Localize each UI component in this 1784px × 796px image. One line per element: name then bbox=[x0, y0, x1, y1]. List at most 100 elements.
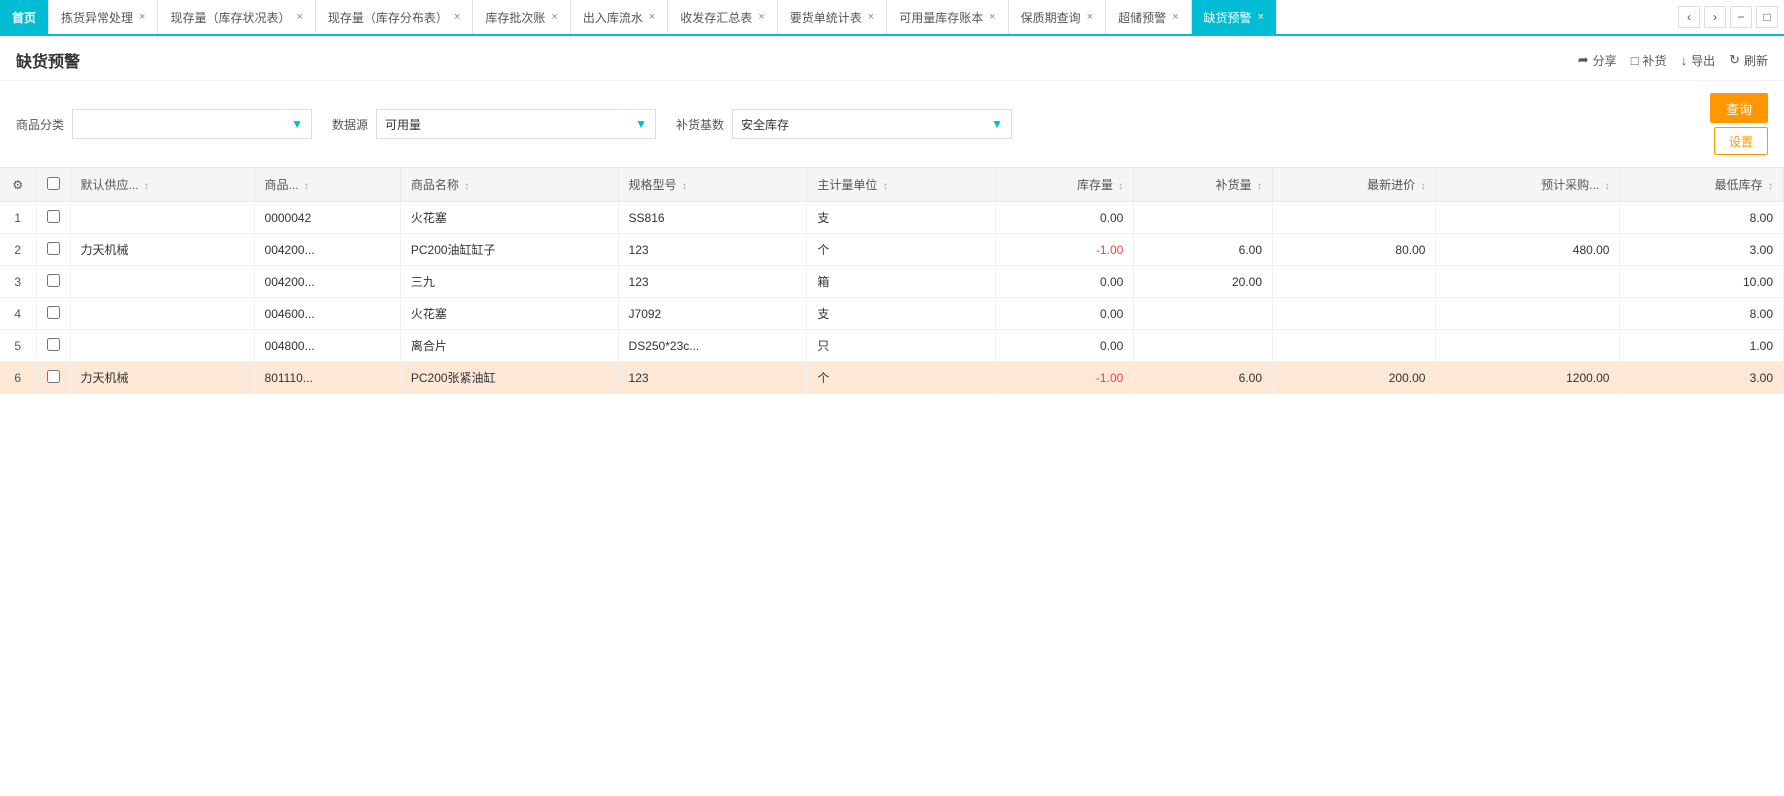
row-checkbox[interactable] bbox=[47, 274, 60, 287]
tab-8-close[interactable]: × bbox=[989, 11, 995, 23]
row-no: 2 bbox=[0, 234, 36, 266]
tab-6[interactable]: 收发存汇总表 × bbox=[668, 0, 777, 34]
row-replenish bbox=[1134, 330, 1273, 362]
share-button[interactable]: ➦ 分享 bbox=[1578, 52, 1617, 69]
replenish-base-select[interactable]: 安全库存 ▼ bbox=[732, 109, 1012, 139]
row-spec: J7092 bbox=[618, 298, 807, 330]
tab-11[interactable]: 缺货预警 × bbox=[1192, 0, 1277, 34]
tab-5-label: 出入库流水 bbox=[583, 9, 643, 26]
col-latest-price[interactable]: 最新进价 ↕ bbox=[1273, 168, 1436, 202]
tab-5-close[interactable]: × bbox=[649, 11, 655, 23]
tab-1-close[interactable]: × bbox=[139, 11, 145, 23]
refresh-icon: ↻ bbox=[1729, 52, 1740, 68]
row-supplier: 力天机械 bbox=[70, 234, 254, 266]
tab-4[interactable]: 库存批次账 × bbox=[473, 0, 570, 34]
col-product-code-sort-icon: ↕ bbox=[304, 181, 309, 192]
settings-button[interactable]: 设置 bbox=[1714, 127, 1768, 155]
tab-3[interactable]: 现存量（库存分布表） × bbox=[316, 0, 473, 34]
category-select[interactable]: ▼ bbox=[72, 109, 312, 139]
col-replenish[interactable]: 补货量 ↕ bbox=[1134, 168, 1273, 202]
tab-7-close[interactable]: × bbox=[868, 11, 874, 23]
row-estimated-purchase bbox=[1436, 202, 1620, 234]
table-row: 3004200...三九123箱0.0020.0010.00 bbox=[0, 266, 1784, 298]
datasource-select[interactable]: 可用量 ▼ bbox=[376, 109, 656, 139]
col-stock[interactable]: 库存量 ↕ bbox=[995, 168, 1134, 202]
row-checkbox[interactable] bbox=[47, 370, 60, 383]
tab-7[interactable]: 要货单统计表 × bbox=[778, 0, 887, 34]
replenish-button[interactable]: □ 补货 bbox=[1631, 52, 1667, 69]
col-min-stock[interactable]: 最低库存 ↕ bbox=[1620, 168, 1784, 202]
col-latest-price-label: 最新进价 bbox=[1367, 178, 1415, 192]
tab-8[interactable]: 可用量库存账本 × bbox=[887, 0, 1008, 34]
row-checkbox[interactable] bbox=[47, 306, 60, 319]
tab-9[interactable]: 保质期查询 × bbox=[1009, 0, 1106, 34]
share-label: 分享 bbox=[1593, 52, 1617, 69]
table-row: 5004800...离合片DS250*23c...只0.001.00 bbox=[0, 330, 1784, 362]
table-header-row: ⚙ 默认供应... ↕ 商品... ↕ 商品名称 ↕ bbox=[0, 168, 1784, 202]
row-checkbox-cell bbox=[36, 298, 70, 330]
row-product-code: 004800... bbox=[254, 330, 400, 362]
refresh-button[interactable]: ↻ 刷新 bbox=[1729, 52, 1768, 69]
tab-home[interactable]: 首页 bbox=[0, 0, 49, 34]
row-min-stock: 8.00 bbox=[1620, 202, 1784, 234]
row-checkbox[interactable] bbox=[47, 242, 60, 255]
row-checkbox[interactable] bbox=[47, 338, 60, 351]
tab-1[interactable]: 拣货异常处理 × bbox=[49, 0, 158, 34]
col-spec[interactable]: 规格型号 ↕ bbox=[618, 168, 807, 202]
row-product-name: PC200张紧油缸 bbox=[400, 362, 618, 394]
col-estimated-purchase[interactable]: 预计采购... ↕ bbox=[1436, 168, 1620, 202]
col-min-stock-label: 最低库存 bbox=[1715, 178, 1763, 192]
tab-nav-buttons: ‹ › − □ bbox=[1672, 6, 1784, 28]
replenish-base-filter-group: 补货基数 安全库存 ▼ bbox=[676, 109, 1012, 139]
row-product-code: 004200... bbox=[254, 234, 400, 266]
row-latest-price: 80.00 bbox=[1273, 234, 1436, 266]
row-no: 4 bbox=[0, 298, 36, 330]
query-button[interactable]: 查询 bbox=[1710, 93, 1768, 123]
col-product-name-sort-icon: ↕ bbox=[464, 181, 469, 192]
tab-2-close[interactable]: × bbox=[296, 11, 302, 23]
row-stock: -1.00 bbox=[995, 234, 1134, 266]
tab-prev-button[interactable]: ‹ bbox=[1678, 6, 1700, 28]
tab-10[interactable]: 超储预警 × bbox=[1106, 0, 1191, 34]
tab-5[interactable]: 出入库流水 × bbox=[571, 0, 668, 34]
col-supplier[interactable]: 默认供应... ↕ bbox=[70, 168, 254, 202]
tab-10-label: 超储预警 bbox=[1118, 9, 1166, 26]
tab-2[interactable]: 现存量（库存状况表） × bbox=[158, 0, 315, 34]
export-button[interactable]: ↓ 导出 bbox=[1681, 52, 1716, 69]
row-latest-price bbox=[1273, 298, 1436, 330]
table-row: 6力天机械801110...PC200张紧油缸123个-1.006.00200.… bbox=[0, 362, 1784, 394]
tab-3-close[interactable]: × bbox=[454, 11, 460, 23]
tab-9-close[interactable]: × bbox=[1087, 11, 1093, 23]
col-gear: ⚙ bbox=[0, 168, 36, 202]
tab-minimize-button[interactable]: − bbox=[1730, 6, 1752, 28]
row-stock: 0.00 bbox=[995, 202, 1134, 234]
tab-10-close[interactable]: × bbox=[1172, 11, 1178, 23]
row-product-code: 004200... bbox=[254, 266, 400, 298]
row-spec: 123 bbox=[618, 234, 807, 266]
tab-next-button[interactable]: › bbox=[1704, 6, 1726, 28]
col-estimated-purchase-label: 预计采购... bbox=[1541, 178, 1599, 192]
row-checkbox-cell bbox=[36, 202, 70, 234]
col-product-code[interactable]: 商品... ↕ bbox=[254, 168, 400, 202]
col-supplier-sort-icon: ↕ bbox=[144, 181, 149, 192]
filter-bar: 商品分类 ▼ 数据源 可用量 ▼ 补货基数 安全库存 ▼ 查询 设置 bbox=[0, 81, 1784, 167]
row-estimated-purchase: 1200.00 bbox=[1436, 362, 1620, 394]
col-product-code-label: 商品... bbox=[265, 178, 299, 192]
row-checkbox-cell bbox=[36, 234, 70, 266]
export-icon: ↓ bbox=[1681, 53, 1688, 68]
tab-11-close[interactable]: × bbox=[1258, 11, 1264, 23]
col-replenish-sort-icon: ↕ bbox=[1257, 181, 1262, 192]
tab-6-close[interactable]: × bbox=[758, 11, 764, 23]
tab-4-close[interactable]: × bbox=[551, 11, 557, 23]
gear-icon[interactable]: ⚙ bbox=[12, 178, 23, 192]
select-all-checkbox[interactable] bbox=[47, 177, 60, 190]
col-stock-sort-icon: ↕ bbox=[1118, 181, 1123, 192]
share-icon: ➦ bbox=[1578, 52, 1589, 68]
tab-maximize-button[interactable]: □ bbox=[1756, 6, 1778, 28]
col-estimated-purchase-sort-icon: ↕ bbox=[1604, 181, 1609, 192]
row-supplier bbox=[70, 298, 254, 330]
col-unit[interactable]: 主计量单位 ↕ bbox=[807, 168, 995, 202]
row-product-code: 004600... bbox=[254, 298, 400, 330]
row-checkbox[interactable] bbox=[47, 210, 60, 223]
col-product-name[interactable]: 商品名称 ↕ bbox=[400, 168, 618, 202]
